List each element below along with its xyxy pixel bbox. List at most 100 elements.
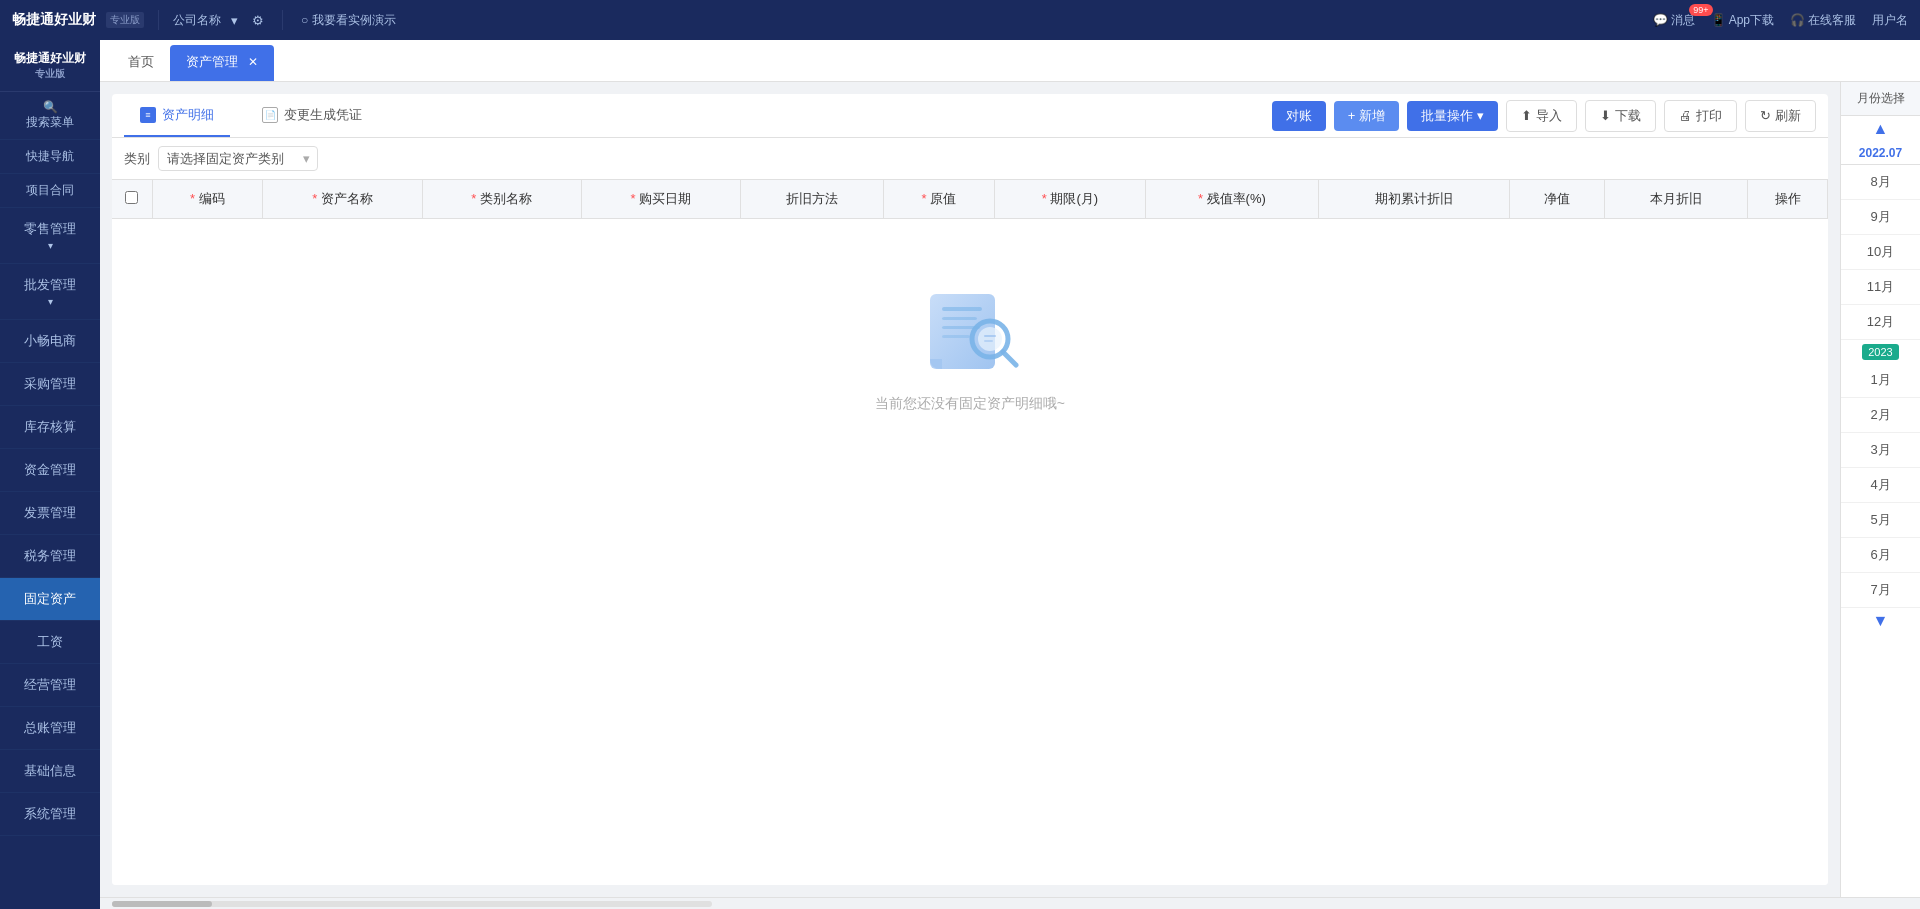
tab-assets[interactable]: 资产管理 ✕ — [170, 45, 274, 81]
sidebar-item-tax[interactable]: 税务管理 — [0, 535, 100, 578]
sidebar-item-ecommerce[interactable]: 小畅电商 — [0, 320, 100, 363]
print-label: 打印 — [1696, 107, 1722, 125]
table-header-purchase-date: 购买日期 — [581, 180, 740, 219]
import-label: 导入 — [1536, 107, 1562, 125]
svg-rect-4 — [942, 335, 970, 338]
sidebar-item-basic[interactable]: 基础信息 — [0, 750, 100, 793]
add-button[interactable]: + 新增 — [1334, 101, 1399, 131]
reconcile-button[interactable]: 对账 — [1272, 101, 1326, 131]
sidebar-item-inventory[interactable]: 库存核算 — [0, 406, 100, 449]
month-item-10[interactable]: 10月 — [1841, 235, 1920, 270]
horizontal-scrollbar[interactable] — [112, 901, 712, 907]
online-service-btn[interactable]: 🎧 在线客服 — [1790, 12, 1856, 29]
headset-icon: 🎧 — [1790, 13, 1805, 27]
month-item-1[interactable]: 1月 — [1841, 363, 1920, 398]
month-down-btn[interactable]: ▼ — [1873, 612, 1889, 630]
sidebar-item-finance[interactable]: 资金管理 — [0, 449, 100, 492]
subtab-detail[interactable]: ≡ 资产明细 — [124, 94, 230, 137]
table-header-net-value: 净值 — [1510, 180, 1605, 219]
svg-point-6 — [978, 327, 1002, 351]
message-icon: 💬 — [1653, 13, 1668, 27]
import-button[interactable]: ⬆ 导入 — [1506, 100, 1577, 132]
app-download-btn[interactable]: 📱 App下载 — [1711, 12, 1774, 29]
svg-rect-2 — [942, 317, 977, 320]
voucher-tab-icon: 📄 — [262, 107, 278, 123]
panel-toggle-btn[interactable]: ‹ — [1840, 470, 1841, 510]
sidebar-invoice-label: 发票管理 — [24, 504, 76, 522]
svg-line-7 — [1003, 352, 1016, 365]
sidebar-item-search[interactable]: 🔍 搜索菜单 — [0, 92, 100, 140]
user-area[interactable]: 用户名 — [1872, 12, 1908, 29]
subtab-detail-label: 资产明细 — [162, 106, 214, 124]
sidebar-item-management[interactable]: 经营管理 — [0, 664, 100, 707]
online-service-label: 在线客服 — [1808, 12, 1856, 29]
sidebar-item-wholesale[interactable]: 批发管理 — [0, 264, 100, 320]
search-icon: 🔍 — [43, 100, 58, 114]
search-label: 搜索菜单 — [8, 114, 92, 131]
sidebar-salary-label: 工资 — [37, 633, 63, 651]
sidebar-item-retail[interactable]: 零售管理 — [0, 208, 100, 264]
detail-tab-icon: ≡ — [140, 107, 156, 123]
month-item-5[interactable]: 5月 — [1841, 503, 1920, 538]
sidebar-item-quicknav[interactable]: 快捷导航 — [0, 140, 100, 174]
content-area: 首页 资产管理 ✕ ≡ 资产明细 — [100, 40, 1920, 909]
month-item-8[interactable]: 8月 — [1841, 165, 1920, 200]
sidebar-system-label: 系统管理 — [24, 805, 76, 823]
category-filter-select[interactable]: 请选择固定资产类别 房屋建筑物 机器设备 运输工具 电子设备 其他 — [158, 146, 318, 171]
month-item-3[interactable]: 3月 — [1841, 433, 1920, 468]
print-button[interactable]: 🖨 打印 — [1664, 100, 1737, 132]
category-filter-label: 类别 — [124, 150, 150, 168]
sidebar-item-ledger[interactable]: 总账管理 — [0, 707, 100, 750]
subtab-voucher[interactable]: 📄 变更生成凭证 — [246, 94, 378, 137]
select-all-checkbox[interactable] — [125, 191, 138, 204]
print-icon: 🖨 — [1679, 108, 1692, 123]
sidebar-item-contract[interactable]: 项目合同 — [0, 174, 100, 208]
sidebar-logo: 畅捷通好业财 专业版 — [0, 40, 100, 92]
table-header-residual-rate: 残值率(%) — [1146, 180, 1319, 219]
month-item-6[interactable]: 6月 — [1841, 538, 1920, 573]
download-button[interactable]: ⬇ 下载 — [1585, 100, 1656, 132]
tab-close-icon[interactable]: ✕ — [248, 55, 258, 69]
sidebar-tax-label: 税务管理 — [24, 547, 76, 565]
month-item-12[interactable]: 12月 — [1841, 305, 1920, 340]
empty-state: 当前您还没有固定资产明细哦~ — [112, 219, 1828, 473]
tab-home[interactable]: 首页 — [112, 45, 170, 81]
sidebar-wholesale-label: 批发管理 — [24, 276, 76, 294]
month-item-7[interactable]: 7月 — [1841, 573, 1920, 608]
month-nav: ▲ — [1841, 116, 1920, 142]
year-2023-badge: 2023 — [1862, 344, 1898, 360]
sidebar-retail-label: 零售管理 — [24, 220, 76, 238]
month-item-4[interactable]: 4月 — [1841, 468, 1920, 503]
batch-button[interactable]: 批量操作 ▾ — [1407, 101, 1498, 131]
table-header-operation: 操作 — [1748, 180, 1828, 219]
month-item-11[interactable]: 11月 — [1841, 270, 1920, 305]
sidebar-item-purchase[interactable]: 采购管理 — [0, 363, 100, 406]
subtab-voucher-label: 变更生成凭证 — [284, 106, 362, 124]
sidebar-ecommerce-label: 小畅电商 — [24, 332, 76, 350]
sidebar-basic-label: 基础信息 — [24, 762, 76, 780]
sidebar-assets-label: 固定资产 — [24, 590, 76, 608]
demo-link[interactable]: ○ 我要看实例演示 — [301, 12, 396, 29]
sidebar-item-assets[interactable]: 固定资产 — [0, 578, 100, 621]
sidebar-item-system[interactable]: 系统管理 — [0, 793, 100, 836]
batch-label: 批量操作 — [1421, 107, 1473, 125]
month-up-btn[interactable]: ▲ — [1873, 120, 1889, 138]
message-badge: 99+ — [1689, 4, 1712, 16]
company-name: 公司名称 — [173, 12, 221, 29]
top-bar-right: 💬 消息 99+ 📱 App下载 🎧 在线客服 用户名 — [1653, 12, 1908, 29]
month-item-9[interactable]: 9月 — [1841, 200, 1920, 235]
month-nav-down: ▼ — [1841, 608, 1920, 634]
settings-icon[interactable]: ⚙ — [252, 13, 264, 28]
empty-illustration — [910, 279, 1030, 379]
message-btn[interactable]: 💬 消息 99+ — [1653, 12, 1695, 29]
refresh-button[interactable]: ↻ 刷新 — [1745, 100, 1816, 132]
bottom-scrollbar-area — [100, 897, 1920, 909]
dropdown-icon[interactable]: ▾ — [231, 13, 238, 28]
month-item-2[interactable]: 2月 — [1841, 398, 1920, 433]
refresh-icon: ↻ — [1760, 108, 1771, 123]
sidebar-item-salary[interactable]: 工资 — [0, 621, 100, 664]
svg-rect-1 — [942, 307, 982, 311]
table-header-depreciation-method: 折旧方法 — [740, 180, 883, 219]
refresh-label: 刷新 — [1775, 107, 1801, 125]
sidebar-item-invoice[interactable]: 发票管理 — [0, 492, 100, 535]
